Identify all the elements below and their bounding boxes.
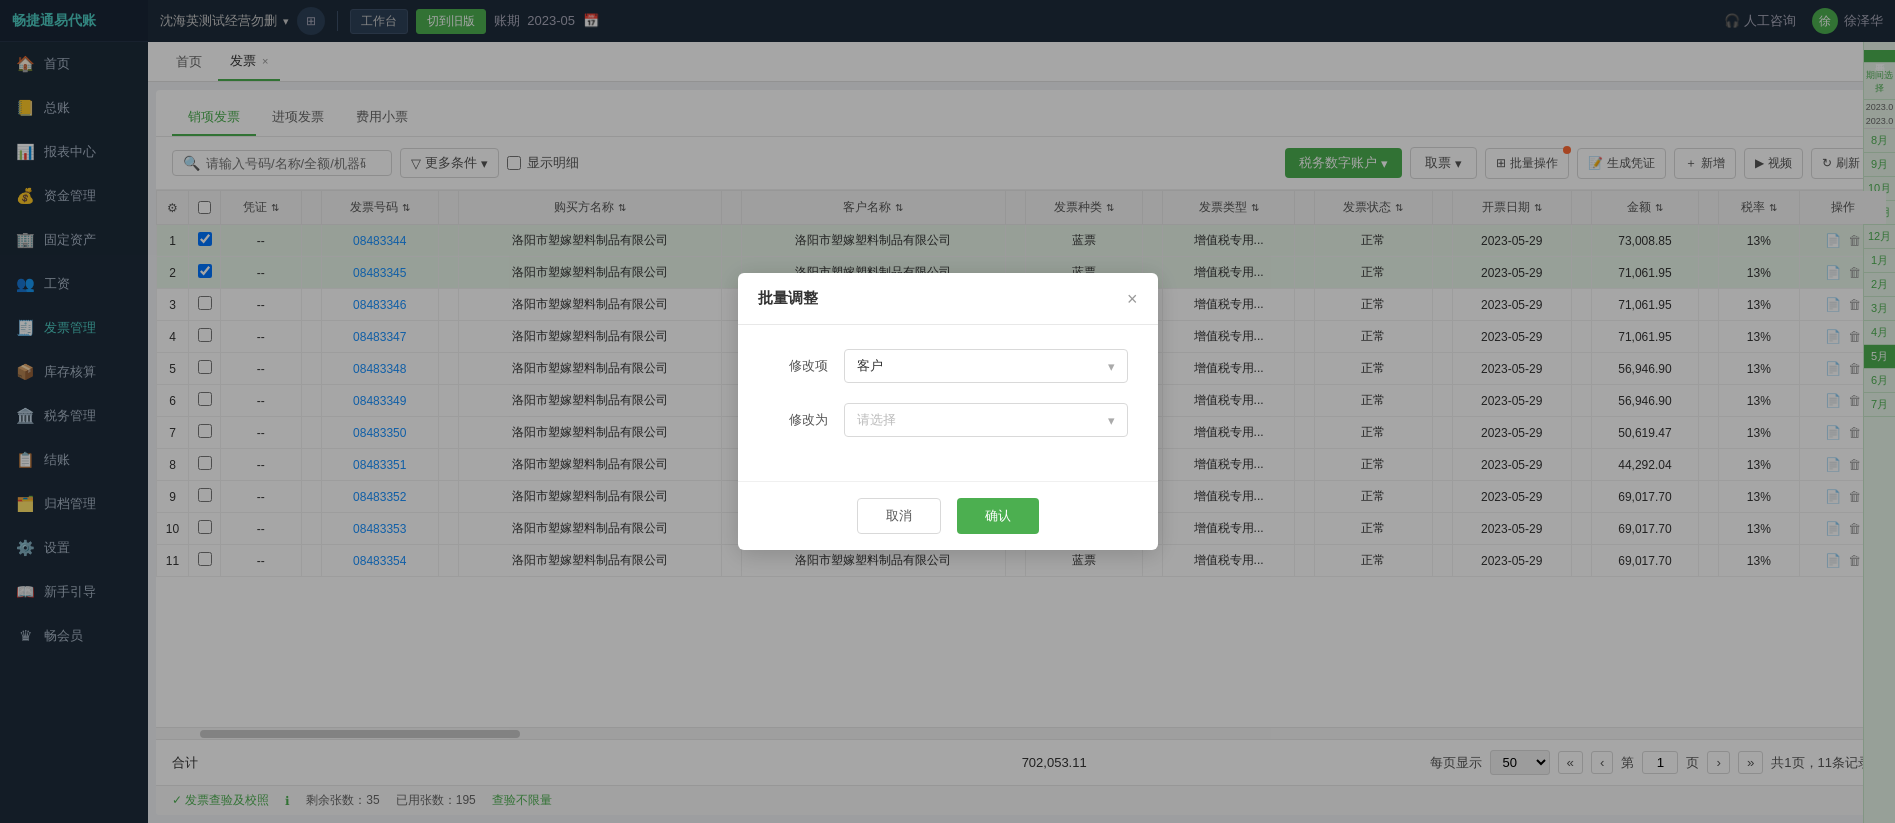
modal-title: 批量调整 [758, 289, 818, 308]
form-row-modify-field: 修改项 客户 ▾ [768, 349, 1128, 383]
modal-overlay: 批量调整 × 修改项 客户 ▾ 修改为 请选择 ▾ 取消 确认 [0, 0, 1895, 823]
modal-cancel-btn[interactable]: 取消 [857, 498, 941, 534]
chevron-down-icon: ▾ [1108, 359, 1115, 374]
modal-body: 修改项 客户 ▾ 修改为 请选择 ▾ [738, 325, 1158, 481]
modal-header: 批量调整 × [738, 273, 1158, 325]
modal-footer: 取消 确认 [738, 481, 1158, 550]
modal-confirm-btn[interactable]: 确认 [957, 498, 1039, 534]
chevron-down-icon: ▾ [1108, 413, 1115, 428]
modify-to-label: 修改为 [768, 411, 828, 429]
modal-close-btn[interactable]: × [1127, 290, 1138, 308]
form-row-modify-to: 修改为 请选择 ▾ [768, 403, 1128, 437]
batch-adjust-modal: 批量调整 × 修改项 客户 ▾ 修改为 请选择 ▾ 取消 确认 [738, 273, 1158, 550]
modify-field-select[interactable]: 客户 ▾ [844, 349, 1128, 383]
modify-field-label: 修改项 [768, 357, 828, 375]
modify-to-select[interactable]: 请选择 ▾ [844, 403, 1128, 437]
